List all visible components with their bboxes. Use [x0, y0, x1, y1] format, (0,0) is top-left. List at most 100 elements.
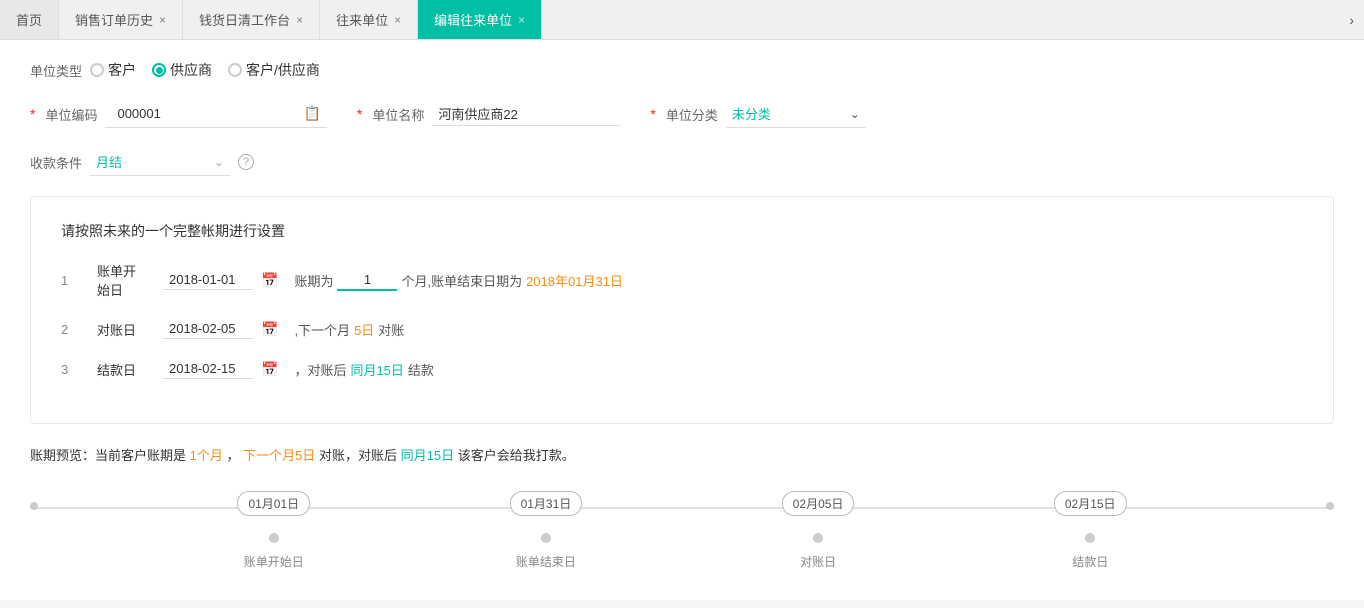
period-type-1: 账单开始日 — [97, 261, 147, 299]
close-icon[interactable]: × — [394, 13, 401, 27]
unit-name-input[interactable] — [432, 102, 620, 126]
calendar-icon-3[interactable]: 📅 — [261, 361, 278, 378]
unit-category-value: 未分类 — [732, 104, 846, 123]
period-suffix-pre-2: ,下一个月 — [294, 320, 350, 339]
timeline-dot-2 — [541, 533, 551, 543]
chevron-down-icon: ⌄ — [850, 107, 860, 121]
period-date-2: 2018-02-05 📅 — [163, 319, 278, 339]
period-card-title: 请按照未来的一个完整帐期进行设置 — [61, 221, 1303, 241]
period-suffix-post-2: 对账 — [378, 320, 404, 339]
period-row-3: 3 结款日 2018-02-15 📅 ，对账后 同月15日 结款 — [61, 359, 1303, 379]
unit-type-row: 单位类型 客户 供应商 客户/供应商 — [30, 60, 1334, 80]
tab-sales-history-label: 销售订单历史 — [75, 10, 153, 29]
close-icon[interactable]: × — [159, 13, 166, 27]
payment-value: 月结 — [96, 152, 210, 171]
timeline-label-2: 账单结束日 — [516, 553, 576, 570]
period-card: 请按照未来的一个完整帐期进行设置 1 账单开始日 2018-01-01 📅 账期… — [30, 196, 1334, 424]
timeline-point-2: 01月31日 账单结束日 — [510, 491, 583, 570]
timeline-badge-1: 01月01日 — [237, 491, 310, 516]
preview-label: 账期预览：当前客户账期是 — [30, 448, 186, 463]
calendar-icon-1[interactable]: 📅 — [261, 272, 278, 289]
timeline-label-3: 对账日 — [800, 553, 836, 570]
period-end-date: 2018年01月31日 — [526, 271, 623, 290]
timeline: 01月01日 账单开始日 01月31日 账单结束日 02月05日 对账日 02月… — [30, 491, 1334, 570]
unit-type-label: 单位类型 — [30, 61, 82, 80]
radio-both[interactable]: 客户/供应商 — [228, 60, 320, 80]
tab-bar: 首页 销售订单历史 × 钱货日清工作台 × 往来单位 × 编辑往来单位 × › — [0, 0, 1364, 40]
tab-partner-unit-label: 往来单位 — [336, 10, 388, 29]
required-star-name: * — [357, 106, 362, 122]
preview-sep1: ， — [227, 448, 240, 463]
unit-category-group: * 单位分类 未分类 ⌄ — [650, 100, 865, 128]
timeline-end-dot — [1326, 502, 1334, 510]
chevron-down-icon-payment: ⌄ — [214, 155, 224, 169]
period-day-highlight: 5日 — [354, 320, 374, 339]
timeline-badge-3: 02月05日 — [782, 491, 855, 516]
radio-supplier-label: 供应商 — [170, 60, 212, 80]
tab-edit-partner[interactable]: 编辑往来单位 × — [418, 0, 542, 39]
payment-row: 收款条件 月结 ⌄ ? — [30, 148, 1334, 176]
help-icon[interactable]: ? — [238, 154, 254, 170]
payment-label: 收款条件 — [30, 153, 82, 172]
timeline-badge-4: 02月15日 — [1054, 491, 1127, 516]
tab-home-label: 首页 — [16, 10, 42, 29]
month-input[interactable] — [337, 270, 397, 291]
radio-circle-supplier — [152, 63, 166, 77]
close-icon[interactable]: × — [296, 13, 303, 27]
timeline-point-3: 02月05日 对账日 — [782, 491, 855, 570]
close-icon[interactable]: × — [518, 13, 525, 27]
preview-part3: 对账，对账后 — [319, 448, 397, 463]
required-star: * — [30, 106, 35, 122]
radio-supplier[interactable]: 供应商 — [152, 60, 212, 80]
period-day-highlight-3: 同月15日 — [350, 360, 403, 379]
tab-home[interactable]: 首页 — [0, 0, 59, 39]
period-suffix-post-3: 结款 — [408, 360, 434, 379]
period-date-text-3: 2018-02-15 — [163, 359, 253, 379]
unit-type-group: 单位类型 客户 供应商 客户/供应商 — [30, 60, 320, 80]
period-suffix-2: ,下一个月 5日 对账 — [294, 320, 404, 339]
main-content: 单位类型 客户 供应商 客户/供应商 * 单位编码 — [0, 40, 1364, 600]
period-num-2: 2 — [61, 322, 81, 337]
preview-text: 账期预览：当前客户账期是 1个月 ， 下一个月5日 对账，对账后 同月15日 该… — [30, 444, 1334, 467]
payment-select[interactable]: 月结 ⌄ — [90, 148, 230, 176]
radio-circle-customer — [90, 63, 104, 77]
calendar-icon-2[interactable]: 📅 — [261, 321, 278, 338]
timeline-point-1: 01月01日 账单开始日 — [237, 491, 310, 570]
timeline-badge-2: 01月31日 — [510, 491, 583, 516]
period-suffix-mid-1: 个月,账单结束日期为 — [401, 271, 522, 290]
period-date-text-1: 2018-01-01 — [163, 270, 253, 290]
timeline-label-1: 账单开始日 — [244, 553, 304, 570]
tab-partner-unit[interactable]: 往来单位 × — [320, 0, 418, 39]
unit-code-group: * 单位编码 📋 — [30, 100, 327, 128]
timeline-label-4: 结款日 — [1072, 553, 1108, 570]
unit-category-select[interactable]: 未分类 ⌄ — [726, 100, 866, 128]
period-num-3: 3 — [61, 362, 81, 377]
unit-code-input[interactable] — [111, 102, 299, 125]
period-row-2: 2 对账日 2018-02-05 📅 ,下一个月 5日 对账 — [61, 319, 1303, 339]
calendar-icon[interactable]: 📋 — [303, 105, 320, 122]
payment-group: 收款条件 月结 ⌄ ? — [30, 148, 254, 176]
radio-circle-both — [228, 63, 242, 77]
period-date-text-2: 2018-02-05 — [163, 319, 253, 339]
chevron-right-icon: › — [1349, 12, 1354, 28]
tab-sales-history[interactable]: 销售订单历史 × — [59, 0, 183, 39]
unit-code-input-wrapper: 📋 — [105, 100, 326, 128]
tab-more-button[interactable]: › — [1339, 0, 1364, 39]
timeline-points: 01月01日 账单开始日 01月31日 账单结束日 02月05日 对账日 02月… — [30, 491, 1334, 570]
unit-code-label: 单位编码 — [45, 105, 97, 124]
preview-part4: 同月15日 — [401, 448, 454, 463]
timeline-point-4: 02月15日 结款日 — [1054, 491, 1127, 570]
period-date-1: 2018-01-01 📅 — [163, 270, 278, 290]
period-type-2: 对账日 — [97, 320, 147, 339]
radio-group: 客户 供应商 客户/供应商 — [90, 60, 320, 80]
unit-name-label: 单位名称 — [372, 105, 424, 124]
preview-part2: 下一个月5日 — [243, 448, 315, 463]
period-suffix-1: 账期为 个月,账单结束日期为 2018年01月31日 — [294, 270, 622, 291]
period-suffix-pre-1: 账期为 — [294, 271, 333, 290]
radio-customer[interactable]: 客户 — [90, 60, 136, 80]
unit-category-label: 单位分类 — [666, 105, 718, 124]
period-suffix-3: ，对账后 同月15日 结款 — [294, 360, 434, 379]
tab-cash-work[interactable]: 钱货日清工作台 × — [183, 0, 320, 39]
period-type-3: 结款日 — [97, 360, 147, 379]
timeline-start — [30, 502, 38, 510]
